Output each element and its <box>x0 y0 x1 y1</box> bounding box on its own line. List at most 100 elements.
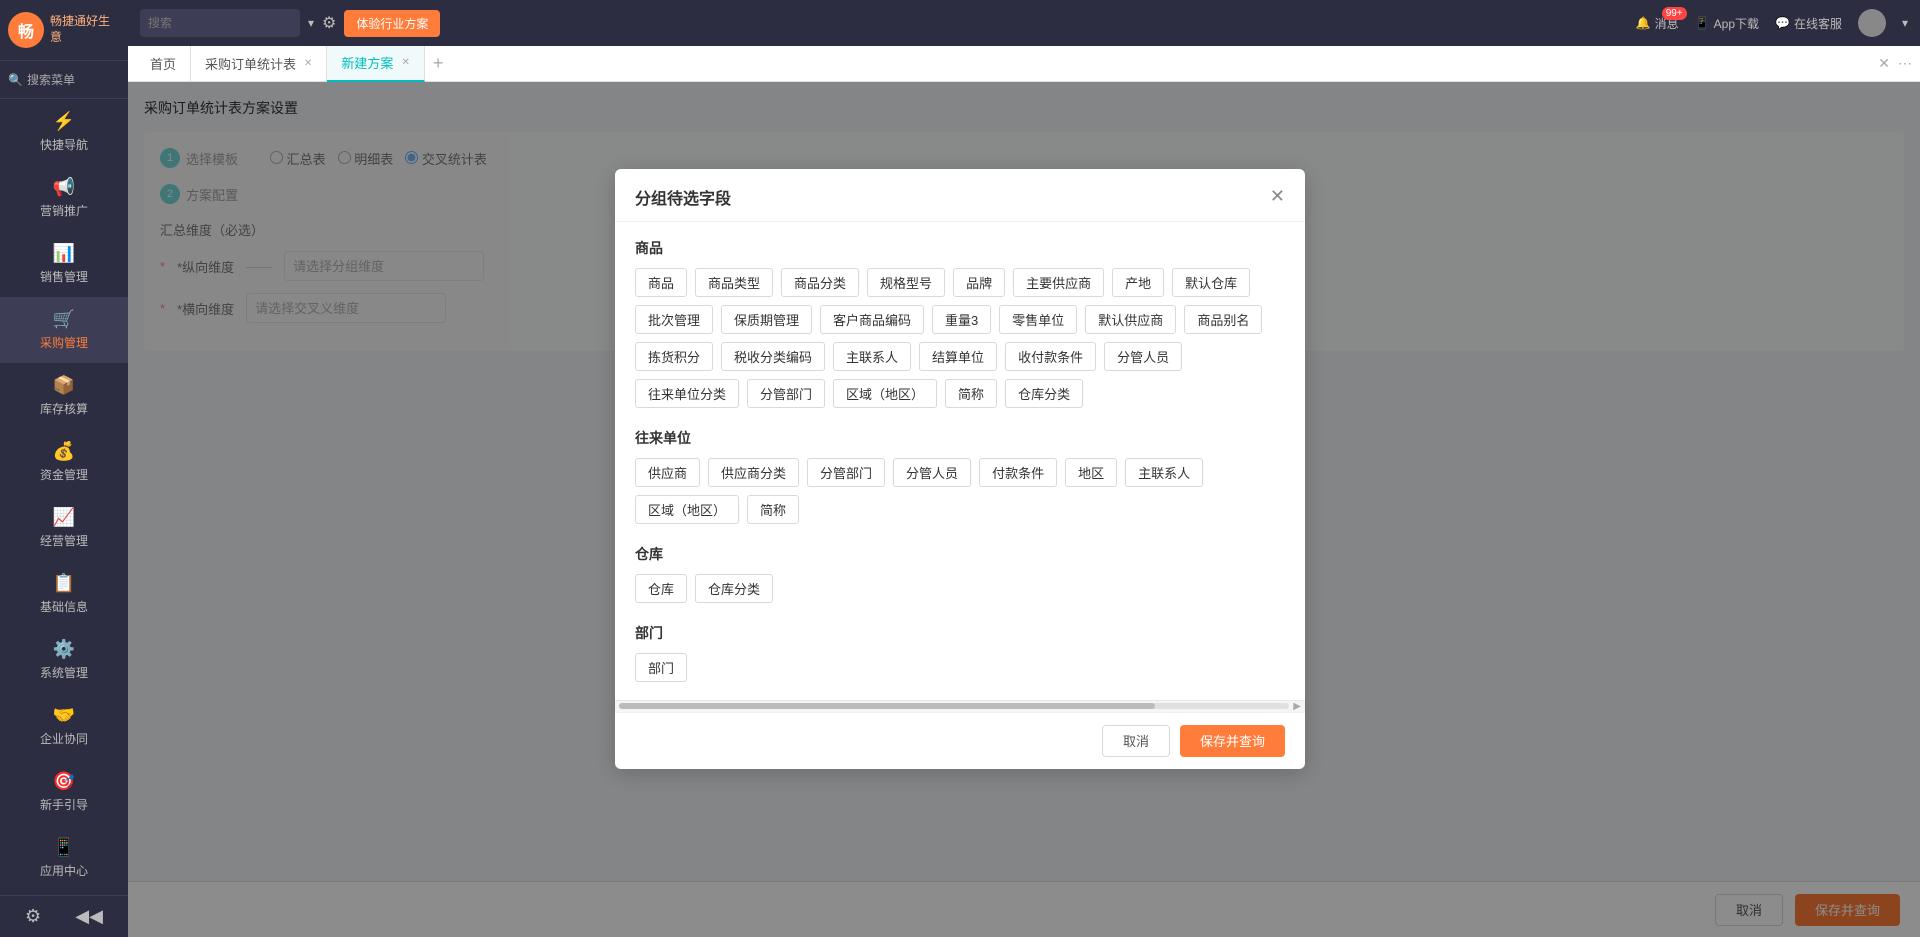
section-dept: 部门 部门 <box>635 623 1285 682</box>
tabbar: 首页 采购订单统计表 ✕ 新建方案 ✕ + ✕ ⋯ <box>128 46 1920 82</box>
field-tag[interactable]: 分管人员 <box>1104 342 1182 371</box>
tabbar-close-icon[interactable]: ✕ <box>1878 55 1890 72</box>
field-tag[interactable]: 仓库分类 <box>1005 379 1083 408</box>
field-tag[interactable]: 保质期管理 <box>721 305 812 334</box>
sidebar-item-system[interactable]: ⚙️ 系统管理 <box>0 627 128 693</box>
field-tag[interactable]: 商品分类 <box>781 268 859 297</box>
tab-add-btn[interactable]: + <box>425 53 452 74</box>
field-tag[interactable]: 仓库 <box>635 574 687 603</box>
dept-field-list: 部门 <box>635 653 1285 682</box>
field-tag[interactable]: 区域（地区） <box>833 379 937 408</box>
sidebar-item-label: 新手引导 <box>40 796 88 813</box>
field-tag[interactable]: 分管部门 <box>747 379 825 408</box>
tab-home[interactable]: 首页 <box>136 46 191 82</box>
notification-badge: 99+ <box>1662 7 1687 20</box>
sidebar-item-label: 企业协同 <box>40 730 88 747</box>
notification-item[interactable]: 🔔 消息 99+ <box>1636 15 1679 32</box>
field-tag[interactable]: 产地 <box>1112 268 1164 297</box>
field-tag[interactable]: 商品别名 <box>1184 305 1262 334</box>
online-service-label: 在线客服 <box>1794 15 1842 32</box>
field-tag[interactable]: 默认仓库 <box>1172 268 1250 297</box>
tab-new-plan-close[interactable]: ✕ <box>401 57 409 68</box>
sidebar-item-purchase[interactable]: 🛒 采购管理 <box>0 297 128 363</box>
tab-purchase-stats-close[interactable]: ✕ <box>304 58 312 69</box>
field-tag[interactable]: 零售单位 <box>999 305 1077 334</box>
field-tag[interactable]: 简称 <box>747 495 799 524</box>
field-tag[interactable]: 地区 <box>1065 458 1117 487</box>
field-tag[interactable]: 往来单位分类 <box>635 379 739 408</box>
trial-btn[interactable]: 体验行业方案 <box>344 10 440 37</box>
download-icon: 📱 <box>1695 16 1710 30</box>
field-tag[interactable]: 供应商 <box>635 458 700 487</box>
sidebar-item-quick-nav[interactable]: ⚡ 快捷导航 <box>0 99 128 165</box>
field-tag[interactable]: 分管部门 <box>807 458 885 487</box>
logo-icon: 畅 <box>8 12 44 48</box>
sidebar-search[interactable]: 🔍 搜索菜单 <box>0 61 128 99</box>
quick-nav-icon: ⚡ <box>53 111 75 132</box>
tab-purchase-stats[interactable]: 采购订单统计表 ✕ <box>191 46 327 82</box>
header-right: 🔔 消息 99+ 📱 App下载 💬 在线客服 ▾ <box>1636 9 1908 37</box>
section-warehouse: 仓库 仓库 仓库分类 <box>635 544 1285 603</box>
volume-bottom-icon[interactable]: ◀◀ <box>75 906 103 927</box>
field-tag[interactable]: 客户商品编码 <box>820 305 924 334</box>
field-tag[interactable]: 商品 <box>635 268 687 297</box>
header-search-input[interactable] <box>140 9 300 37</box>
section-goods-title: 商品 <box>635 238 1285 258</box>
field-tag[interactable]: 收付款条件 <box>1005 342 1096 371</box>
field-tag[interactable]: 仓库分类 <box>695 574 773 603</box>
tab-new-plan[interactable]: 新建方案 ✕ <box>327 46 424 82</box>
field-tag[interactable]: 结算单位 <box>919 342 997 371</box>
sidebar-item-corp[interactable]: 🤝 企业协同 <box>0 693 128 759</box>
sidebar-item-label: 采购管理 <box>40 334 88 351</box>
settings-bottom-icon[interactable]: ⚙ <box>25 906 41 927</box>
user-avatar[interactable] <box>1858 9 1886 37</box>
field-tag[interactable]: 规格型号 <box>867 268 945 297</box>
field-tag[interactable]: 供应商分类 <box>708 458 799 487</box>
app-download-item[interactable]: 📱 App下载 <box>1695 15 1759 32</box>
finance-icon: 💰 <box>53 441 75 462</box>
warehouse-field-list: 仓库 仓库分类 <box>635 574 1285 603</box>
field-tag[interactable]: 部门 <box>635 653 687 682</box>
goods-field-list: 商品 商品类型 商品分类 规格型号 品牌 主要供应商 产地 默认仓库 批次管理 … <box>635 268 1285 408</box>
dialog-hscroll[interactable]: ▶ <box>615 700 1305 712</box>
field-tag[interactable]: 拣货积分 <box>635 342 713 371</box>
field-tag[interactable]: 品牌 <box>953 268 1005 297</box>
sidebar-item-newbie[interactable]: 🎯 新手引导 <box>0 759 128 825</box>
sidebar-logo: 畅 畅捷通好生意 <box>0 0 128 61</box>
dialog-confirm-btn[interactable]: 保存并查询 <box>1180 725 1285 757</box>
field-tag[interactable]: 付款条件 <box>979 458 1057 487</box>
field-tag[interactable]: 商品类型 <box>695 268 773 297</box>
sidebar-item-label: 经营管理 <box>40 532 88 549</box>
field-tag[interactable]: 简称 <box>945 379 997 408</box>
sidebar-item-basics[interactable]: 📋 基础信息 <box>0 561 128 627</box>
sidebar-item-marketing[interactable]: 📢 营销推广 <box>0 165 128 231</box>
online-service-item[interactable]: 💬 在线客服 <box>1775 15 1842 32</box>
sidebar-item-sales[interactable]: 📊 销售管理 <box>0 231 128 297</box>
dialog-cancel-btn[interactable]: 取消 <box>1102 725 1170 757</box>
field-tag[interactable]: 默认供应商 <box>1085 305 1176 334</box>
section-warehouse-title: 仓库 <box>635 544 1285 564</box>
field-tag[interactable]: 分管人员 <box>893 458 971 487</box>
sidebar-item-finance[interactable]: 💰 资金管理 <box>0 429 128 495</box>
header-settings-icon[interactable]: ⚙ <box>322 13 336 33</box>
dialog-title: 分组待选字段 <box>635 185 731 209</box>
section-contact: 往来单位 供应商 供应商分类 分管部门 分管人员 付款条件 地区 主联系人 区域… <box>635 428 1285 524</box>
field-tag[interactable]: 主联系人 <box>1125 458 1203 487</box>
sidebar-item-operations[interactable]: 📈 经营管理 <box>0 495 128 561</box>
field-tag[interactable]: 主联系人 <box>833 342 911 371</box>
tabbar-more-icon[interactable]: ⋯ <box>1898 55 1912 72</box>
field-tag[interactable]: 重量3 <box>932 305 991 334</box>
sidebar-item-inventory[interactable]: 📦 库存核算 <box>0 363 128 429</box>
sidebar-item-apps[interactable]: 📱 应用中心 <box>0 825 128 891</box>
field-tag[interactable]: 区域（地区） <box>635 495 739 524</box>
field-tag[interactable]: 主要供应商 <box>1013 268 1104 297</box>
section-contact-title: 往来单位 <box>635 428 1285 448</box>
dialog-close-btn[interactable]: ✕ <box>1270 186 1285 207</box>
header-more-icon[interactable]: ▾ <box>1902 16 1908 30</box>
header-dropdown-icon[interactable]: ▾ <box>308 16 314 30</box>
field-tag[interactable]: 批次管理 <box>635 305 713 334</box>
header-left: ▾ ⚙ 体验行业方案 <box>140 9 440 37</box>
dialog-header: 分组待选字段 ✕ <box>615 169 1305 222</box>
section-goods: 商品 商品 商品类型 商品分类 规格型号 品牌 主要供应商 产地 默认仓库 批次… <box>635 238 1285 408</box>
field-tag[interactable]: 税收分类编码 <box>721 342 825 371</box>
